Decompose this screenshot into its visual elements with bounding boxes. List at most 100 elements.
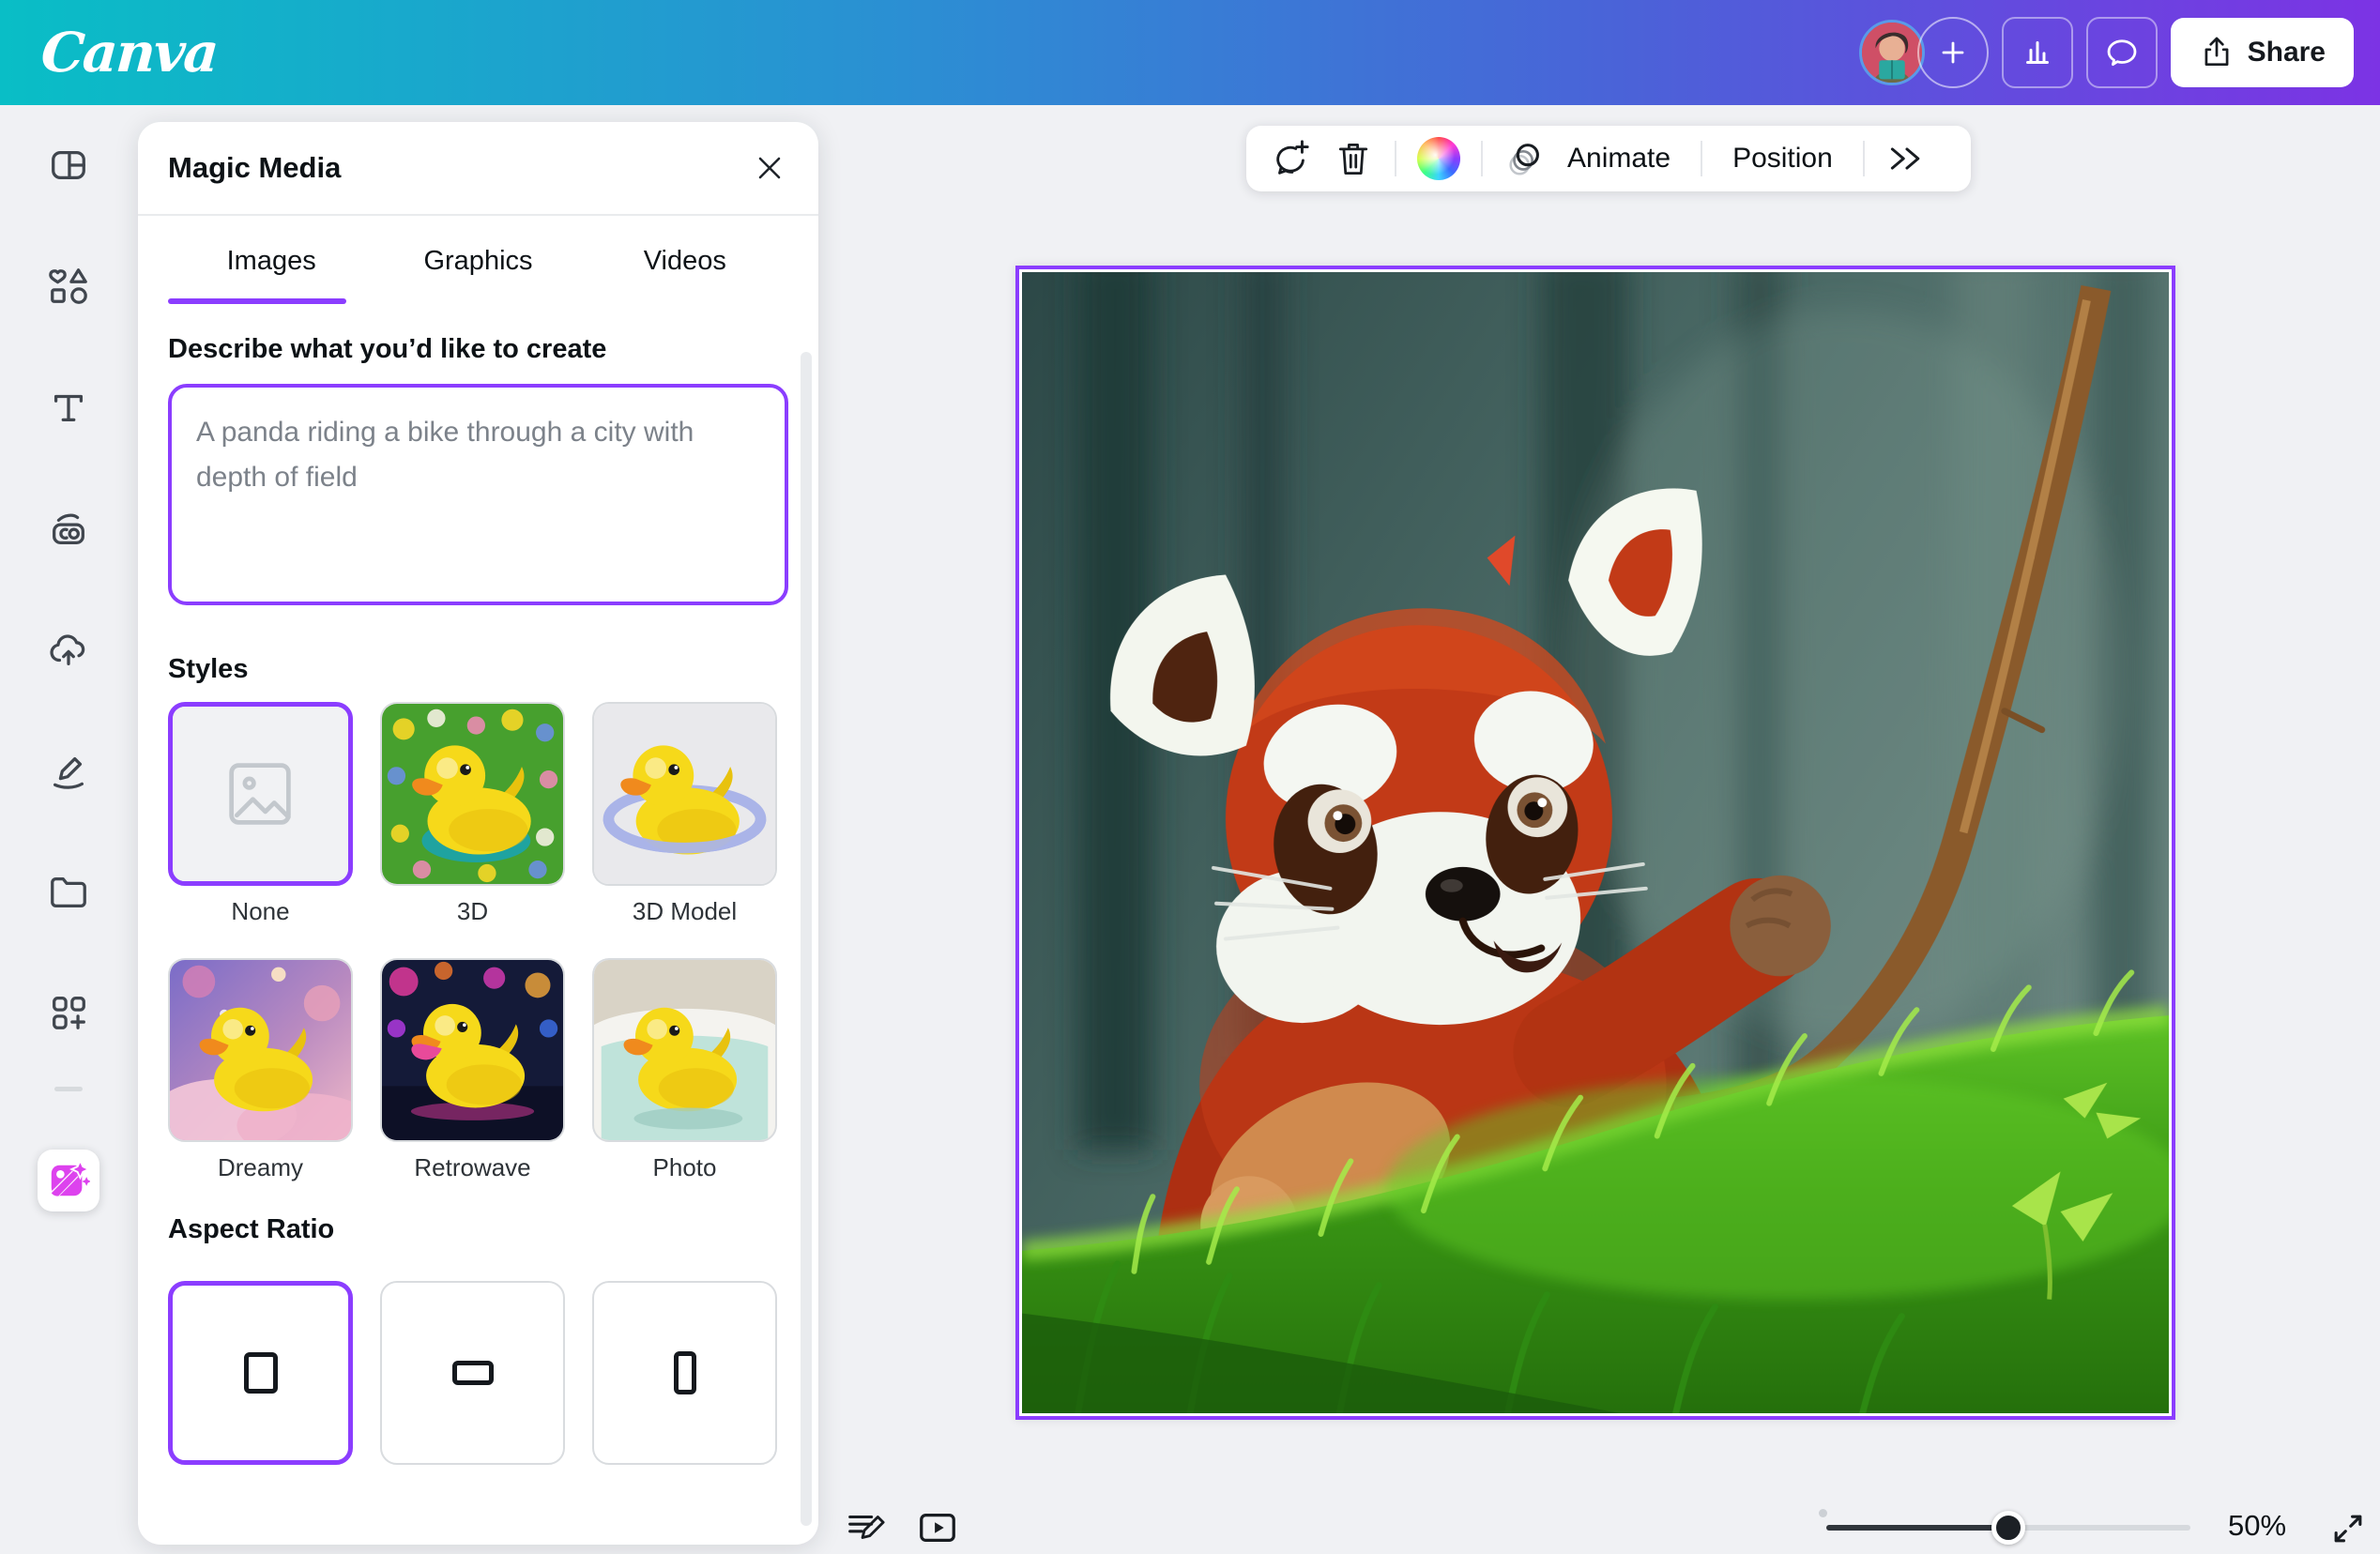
styles-heading: Styles	[168, 654, 788, 685]
position-button[interactable]: Position	[1723, 133, 1842, 184]
styles-row-1: None 3D	[168, 702, 788, 926]
color-wheel-icon	[1417, 137, 1460, 180]
style-tile-3d[interactable]	[380, 702, 565, 886]
share-export-icon	[2199, 35, 2235, 70]
chevrons-right-icon	[1885, 138, 1927, 179]
play-icon	[916, 1506, 959, 1549]
style-tile-photo[interactable]	[592, 958, 777, 1142]
bar-chart-icon	[2018, 33, 2057, 72]
magic-media-icon	[47, 1159, 90, 1202]
style-option-dreamy: Dreamy	[168, 958, 353, 1182]
aspect-option-portrait[interactable]	[592, 1281, 777, 1465]
sidebar-divider	[54, 1087, 83, 1091]
sidebar-item-elements[interactable]	[47, 265, 90, 308]
app-header: Canva	[0, 0, 2380, 105]
magic-media-panel: Magic Media Images Graphics Videos Descr…	[138, 122, 818, 1545]
add-member-button[interactable]	[1917, 17, 1989, 88]
insights-button[interactable]	[2002, 17, 2073, 88]
zoom-min-marker	[1819, 1509, 1827, 1517]
style-label: 3D	[457, 897, 488, 926]
zoom-slider-fill	[1826, 1525, 2008, 1531]
share-label: Share	[2248, 37, 2326, 69]
portrait-ratio-icon	[674, 1351, 696, 1394]
style-option-photo: Photo	[592, 958, 777, 1182]
aspect-ratio-options	[168, 1281, 788, 1465]
close-panel-button[interactable]	[751, 149, 788, 187]
sidebar-item-text[interactable]	[47, 386, 90, 429]
animate-button[interactable]: Animate	[1503, 133, 1680, 184]
aspect-ratio-heading: Aspect Ratio	[168, 1214, 788, 1245]
comment-add-icon	[1269, 137, 1312, 180]
app-sidebar	[0, 105, 137, 1554]
expand-icon	[2327, 1508, 2369, 1549]
style-label: 3D Model	[633, 897, 737, 926]
sidebar-item-apps[interactable]	[47, 991, 90, 1034]
describe-heading: Describe what you’d like to create	[168, 334, 788, 365]
style-option-3d-model: 3D Model	[592, 702, 777, 926]
color-picker-button[interactable]	[1417, 133, 1460, 184]
sidebar-item-projects[interactable]	[47, 870, 90, 913]
apps-grid-icon	[47, 991, 90, 1034]
style-label: Retrowave	[414, 1153, 530, 1182]
square-ratio-icon	[244, 1352, 278, 1394]
zoom-slider-thumb[interactable]	[1991, 1511, 2025, 1545]
cloud-upload-icon	[47, 628, 90, 671]
media-type-tabs: Images Graphics Videos	[168, 216, 788, 306]
user-avatar[interactable]	[1859, 20, 1925, 85]
folder-icon	[47, 870, 90, 913]
sidebar-item-design[interactable]	[47, 144, 90, 187]
canvas-page[interactable]	[1015, 266, 2175, 1420]
brand-icon	[47, 507, 90, 550]
comments-button[interactable]	[2086, 17, 2158, 88]
animate-label: Animate	[1558, 143, 1680, 175]
panel-scrollbar[interactable]	[801, 352, 812, 1526]
aspect-option-square[interactable]	[168, 1281, 353, 1465]
aspect-option-landscape[interactable]	[380, 1281, 565, 1465]
position-label: Position	[1723, 143, 1842, 175]
landscape-ratio-icon	[452, 1361, 494, 1385]
style-option-3d: 3D	[380, 702, 565, 926]
panel-header: Magic Media	[138, 122, 818, 216]
sidebar-item-draw[interactable]	[47, 749, 90, 792]
delete-button[interactable]	[1333, 133, 1374, 184]
style-tile-none[interactable]	[168, 702, 353, 886]
trash-icon	[1333, 138, 1374, 179]
tab-videos[interactable]: Videos	[582, 216, 788, 306]
toolbar-divider	[1481, 141, 1483, 176]
close-icon	[754, 152, 786, 184]
zoom-level[interactable]: 50%	[2205, 1509, 2309, 1543]
sidebar-item-uploads[interactable]	[47, 628, 90, 671]
notes-button[interactable]	[843, 1506, 886, 1549]
add-comment-button[interactable]	[1269, 133, 1312, 184]
style-label: Photo	[653, 1153, 717, 1182]
style-label: Dreamy	[218, 1153, 303, 1182]
style-label: None	[231, 897, 289, 926]
style-tile-dreamy[interactable]	[168, 958, 353, 1142]
toolbar-divider	[1395, 141, 1396, 176]
panel-title: Magic Media	[168, 151, 341, 185]
active-tab-indicator	[168, 298, 346, 304]
style-tile-retrowave[interactable]	[380, 958, 565, 1142]
tab-graphics[interactable]: Graphics	[374, 216, 581, 306]
plus-icon	[1934, 34, 1972, 71]
tab-images[interactable]: Images	[168, 216, 374, 306]
more-tools-button[interactable]	[1885, 133, 1927, 184]
speech-bubble-icon	[2102, 33, 2142, 72]
text-icon	[47, 386, 90, 429]
object-toolbar: Animate Position	[1246, 126, 1971, 191]
sidebar-item-brand[interactable]	[47, 507, 90, 550]
sidebar-item-magic-media[interactable]	[38, 1150, 99, 1211]
draw-pen-icon	[47, 749, 90, 792]
share-button[interactable]: Share	[2171, 18, 2354, 87]
design-icon	[47, 144, 90, 187]
style-option-retrowave: Retrowave	[380, 958, 565, 1182]
prompt-input[interactable]	[168, 384, 788, 605]
present-button[interactable]	[916, 1506, 959, 1549]
generated-red-panda-image	[1022, 272, 2169, 1413]
styles-row-2: Dreamy Retrowave	[168, 958, 788, 1182]
fullscreen-button[interactable]	[2327, 1508, 2371, 1551]
style-tile-3d-model[interactable]	[592, 702, 777, 886]
toolbar-divider	[1863, 141, 1865, 176]
elements-shapes-icon	[47, 265, 90, 308]
style-option-none: None	[168, 702, 353, 926]
